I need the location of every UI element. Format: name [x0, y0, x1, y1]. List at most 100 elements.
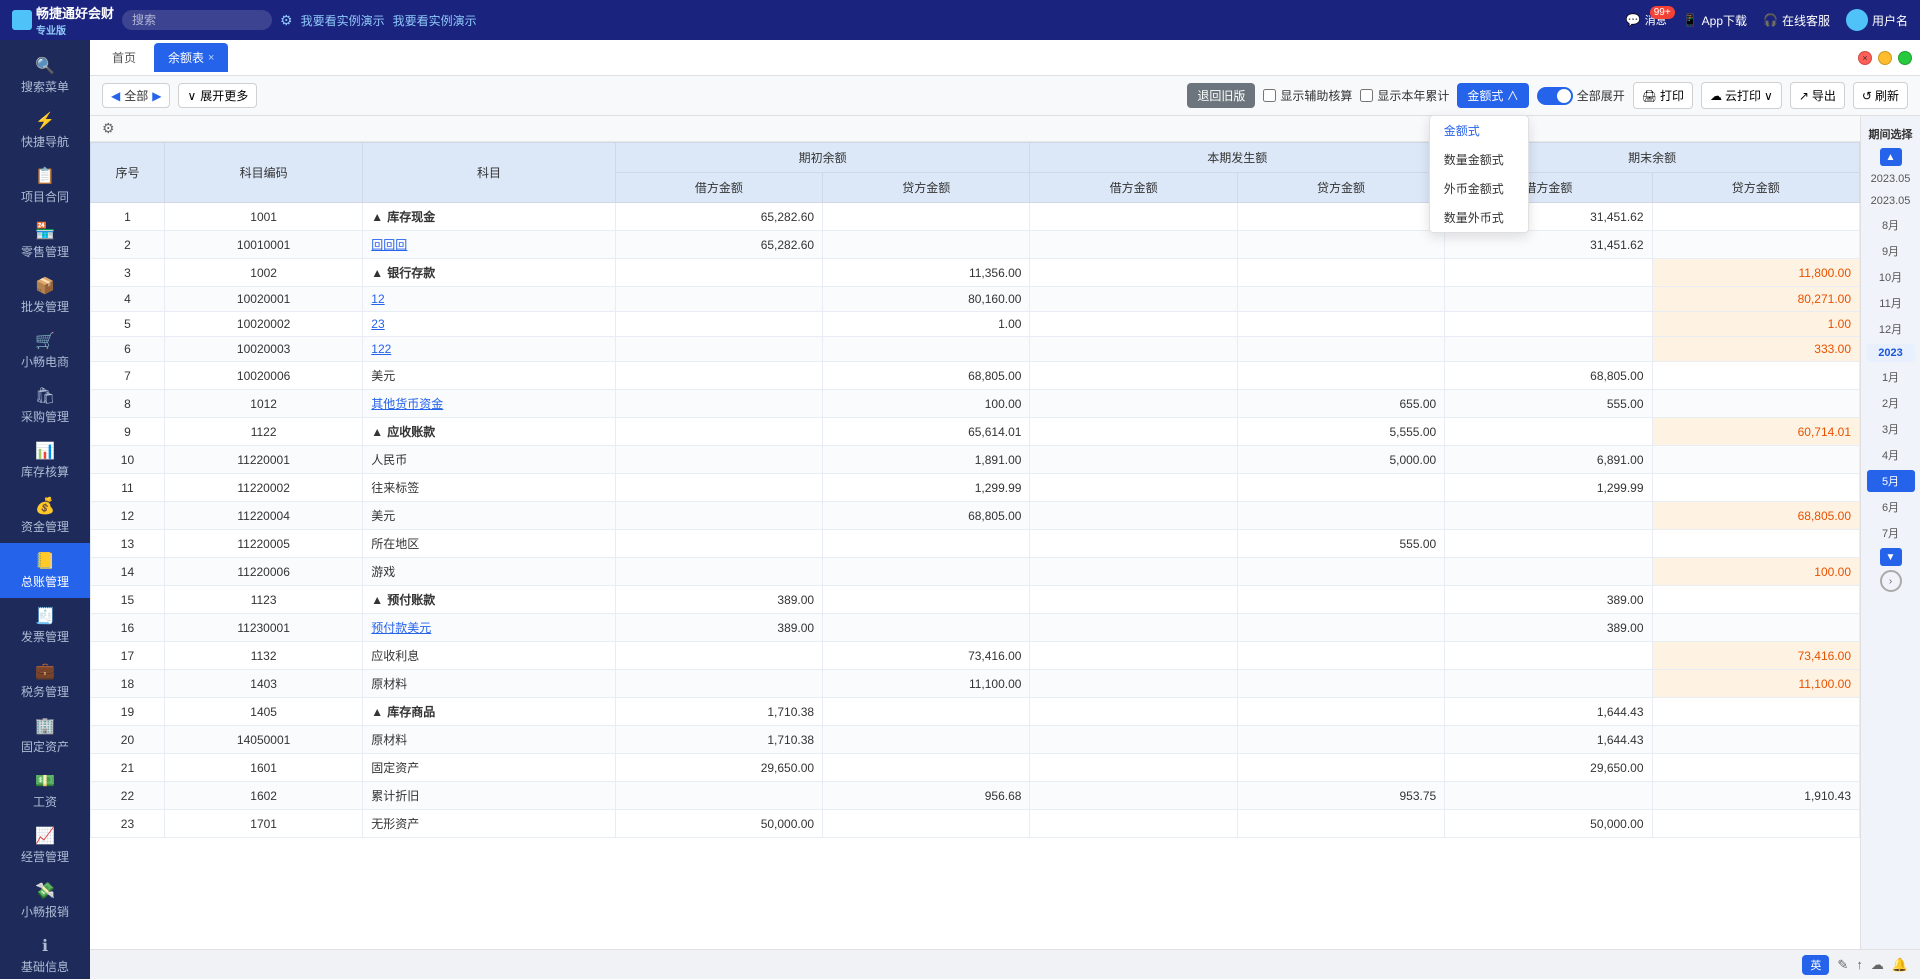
win-close-btn[interactable]: × [1858, 51, 1872, 65]
sidebar-item-inventory[interactable]: 📊 库存核算 [0, 433, 90, 488]
sidebar-item-assets[interactable]: 🏢 固定资产 [0, 708, 90, 763]
tab-balance-close[interactable]: × [208, 52, 214, 64]
expand-btn[interactable]: ∨ 展开更多 [178, 83, 257, 108]
cell-cb-debit [1445, 782, 1652, 810]
cell-code: 10020006 [164, 362, 362, 390]
back-to-old-btn[interactable]: 退回旧版 [1187, 83, 1255, 108]
cell-name[interactable]: 预付款美元 [363, 614, 615, 642]
auxiliary-label: 显示辅助核算 [1280, 87, 1352, 104]
refresh-btn[interactable]: ↺ 刷新 [1853, 82, 1908, 109]
edit-icon[interactable]: ✎ [1837, 957, 1848, 973]
win-minimize-btn[interactable] [1878, 51, 1892, 65]
th-code: 科目编码 [164, 143, 362, 203]
date-4[interactable]: 4月 [1867, 444, 1915, 466]
period-up-arrow[interactable]: ▲ [1880, 148, 1902, 166]
sidebar-item-wholesale[interactable]: 📦 批发管理 [0, 268, 90, 323]
style-btn[interactable]: 金额式 ∧ [1457, 83, 1528, 108]
cell-ob-debit: 65,282.60 [615, 231, 822, 259]
sidebar-item-operations[interactable]: 📈 经营管理 [0, 818, 90, 873]
show-ytd-check[interactable]: 显示本年累计 [1360, 87, 1449, 104]
export-btn[interactable]: ↗ 导出 [1790, 82, 1845, 109]
cloud-icon[interactable]: ☁ [1871, 957, 1884, 973]
date-8[interactable]: 8月 [1867, 214, 1915, 236]
cell-name[interactable]: 回回回 [363, 231, 615, 259]
date-5-current[interactable]: 5月 [1867, 470, 1915, 492]
search-input[interactable] [122, 10, 272, 30]
date-year-2023[interactable]: 2023 [1867, 344, 1915, 362]
show-auxiliary-check[interactable]: 显示辅助核算 [1263, 87, 1352, 104]
cell-no: 12 [91, 502, 165, 530]
panel-collapse-btn[interactable]: › [1880, 570, 1902, 592]
date-11[interactable]: 11月 [1867, 292, 1915, 314]
cell-ob-credit: 100.00 [823, 390, 1030, 418]
cell-cb-debit: 1,644.43 [1445, 726, 1652, 754]
cell-ob-debit [615, 502, 822, 530]
date-1[interactable]: 1月 [1867, 366, 1915, 388]
sidebar-item-ecommerce-label: 小畅电商 [21, 353, 69, 370]
expand-all-toggle[interactable]: 全部展开 [1537, 87, 1625, 105]
cell-cb-debit: 555.00 [1445, 390, 1652, 418]
period-down-btn[interactable]: ▼ [1880, 548, 1902, 566]
user-avatar[interactable]: 用户名 [1846, 9, 1908, 31]
print-btn[interactable]: 🖨 打印 [1633, 82, 1693, 109]
cell-name[interactable]: 122 [363, 337, 615, 362]
demo-link[interactable]: 我要看实例演示 [301, 12, 385, 29]
cell-cb-debit [1445, 502, 1652, 530]
sidebar-item-finance[interactable]: 💰 资金管理 [0, 488, 90, 543]
upload-icon[interactable]: ↑ [1856, 957, 1863, 972]
dropdown-item-qty-foreign[interactable]: 数量外币式 [1430, 203, 1528, 232]
cell-no: 20 [91, 726, 165, 754]
ytd-checkbox[interactable] [1360, 89, 1373, 102]
sidebar-item-ledger[interactable]: 📒 总账管理 [0, 543, 90, 598]
cell-pd-credit: 5,555.00 [1237, 418, 1444, 446]
win-maximize-btn[interactable] [1898, 51, 1912, 65]
online-service-btn[interactable]: 🎧 在线客服 [1763, 12, 1830, 29]
tab-balance[interactable]: 余额表 × [154, 43, 228, 72]
cell-name[interactable]: 其他货币资金 [363, 390, 615, 418]
date-10[interactable]: 10月 [1867, 266, 1915, 288]
date-12[interactable]: 12月 [1867, 318, 1915, 340]
cell-no: 18 [91, 670, 165, 698]
filter-arrow-icon[interactable]: ▶ [152, 89, 161, 103]
auxiliary-checkbox[interactable] [1263, 89, 1276, 102]
date-2023-05-top[interactable]: 2023.05 [1867, 170, 1915, 188]
sidebar-item-invoice[interactable]: 🧾 发票管理 [0, 598, 90, 653]
app-download-btn[interactable]: 📱 App下载 [1683, 12, 1747, 29]
cell-ob-credit: 80,160.00 [823, 287, 1030, 312]
date-7[interactable]: 7月 [1867, 522, 1915, 544]
date-2023-05-second[interactable]: 2023.05 [1867, 192, 1915, 210]
toggle-control[interactable] [1537, 87, 1573, 105]
period-up-btn[interactable]: ▲ [1880, 148, 1902, 166]
lang-btn[interactable]: 英 [1802, 955, 1829, 975]
sidebar-item-expense[interactable]: 💸 小畅报销 [0, 873, 90, 928]
sidebar-item-purchase[interactable]: 🛍 采购管理 [0, 378, 90, 433]
sidebar-item-basic[interactable]: ℹ 基础信息 [0, 928, 90, 979]
date-9[interactable]: 9月 [1867, 240, 1915, 262]
sidebar-item-payroll[interactable]: 💵 工资 [0, 763, 90, 818]
column-settings-icon[interactable]: ⚙ [102, 120, 115, 137]
sidebar-item-quicknav[interactable]: ⚡ 快捷导航 [0, 103, 90, 158]
period-down-arrow[interactable]: ▼ [1880, 548, 1902, 566]
settings-gear-icon[interactable]: ⚙ [280, 12, 293, 29]
date-2[interactable]: 2月 [1867, 392, 1915, 414]
tab-home[interactable]: 首页 [98, 43, 150, 72]
sidebar-item-tax[interactable]: 💼 税务管理 [0, 653, 90, 708]
cloud-print-btn[interactable]: ☁ 云打印 ∨ [1701, 82, 1782, 109]
sidebar-item-project[interactable]: 📋 项目合同 [0, 158, 90, 213]
cell-ob-debit: 389.00 [615, 586, 822, 614]
notification-btn[interactable]: 💬 消息 99+ [1626, 12, 1667, 28]
cell-pd-debit [1030, 670, 1237, 698]
cell-name[interactable]: 12 [363, 287, 615, 312]
filter-group[interactable]: ◀ 全部 ▶ [102, 83, 170, 108]
date-6[interactable]: 6月 [1867, 496, 1915, 518]
notification-bottom-icon[interactable]: 🔔 [1892, 957, 1908, 973]
sidebar-item-retail[interactable]: 🏪 零售管理 [0, 213, 90, 268]
dropdown-item-qty-amount[interactable]: 数量金额式 [1430, 145, 1528, 174]
dropdown-item-amount[interactable]: 金额式 [1430, 116, 1528, 145]
cell-name[interactable]: 23 [363, 312, 615, 337]
dropdown-item-foreign-amount[interactable]: 外币金额式 [1430, 174, 1528, 203]
sidebar-item-search[interactable]: 🔍 搜索菜单 [0, 48, 90, 103]
date-3[interactable]: 3月 [1867, 418, 1915, 440]
demo-text[interactable]: 我要看实例演示 [393, 12, 477, 29]
sidebar-item-ecommerce[interactable]: 🛒 小畅电商 [0, 323, 90, 378]
